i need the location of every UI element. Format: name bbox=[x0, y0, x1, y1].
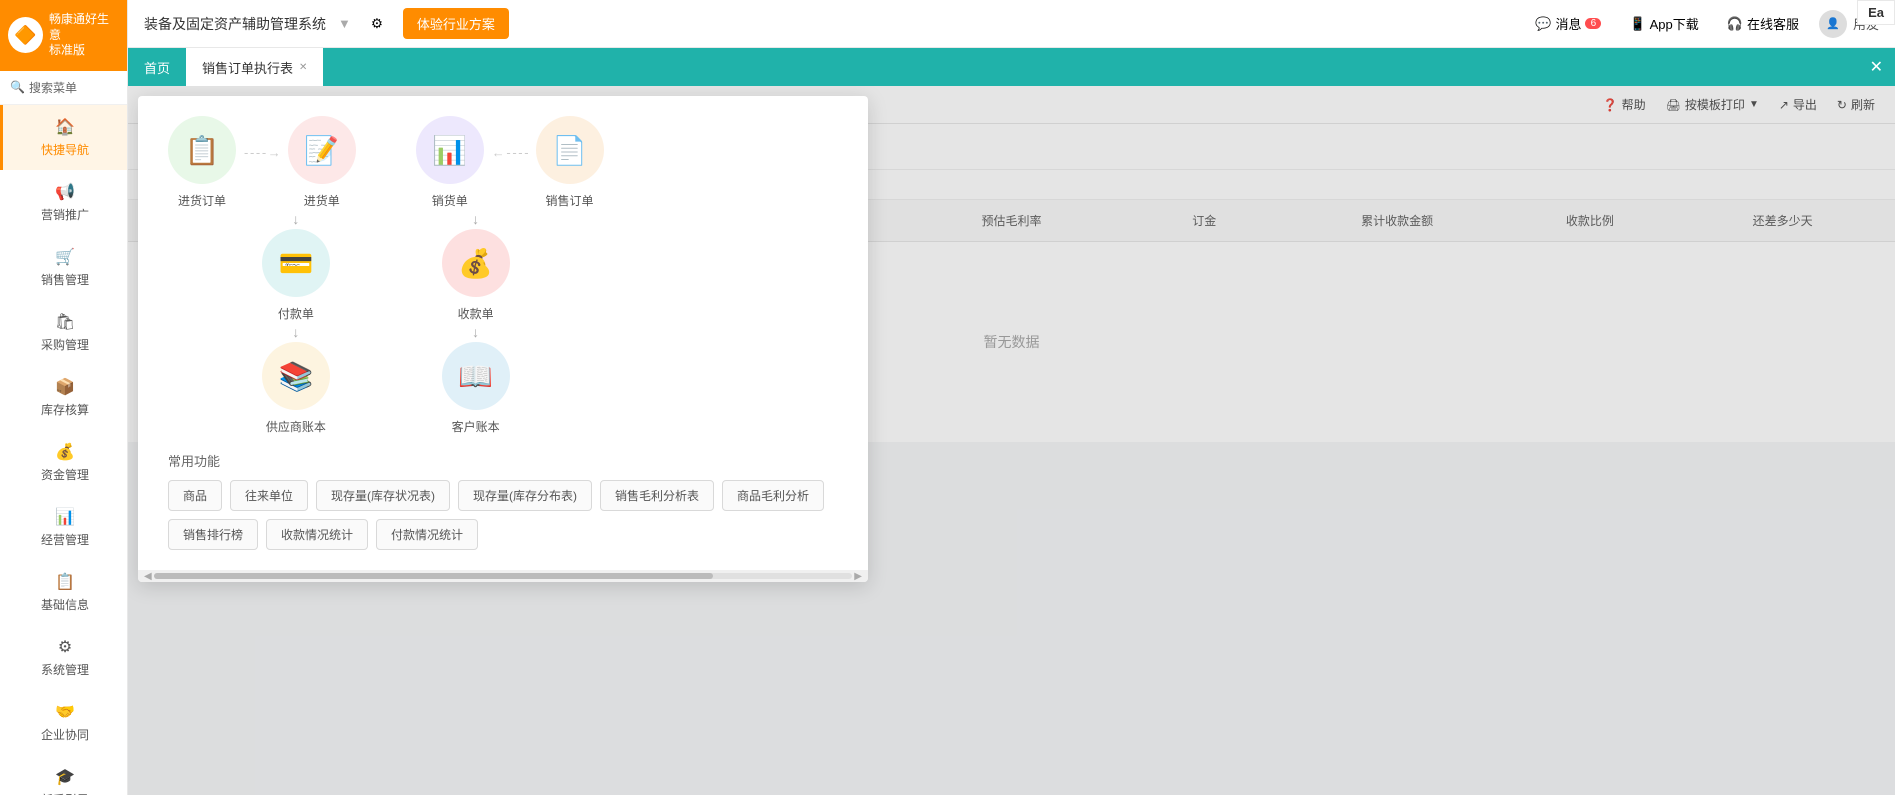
tabbar-close-button[interactable]: ✕ bbox=[1870, 57, 1883, 77]
settings-button[interactable]: ⚙ bbox=[363, 12, 391, 36]
sidebar-item-system[interactable]: ⚙ 系统管理 bbox=[0, 625, 127, 690]
receipt-bill-icon: 💰 bbox=[442, 229, 510, 297]
arrow-down2: ↓ bbox=[472, 211, 479, 227]
settings-icon: ⚙ bbox=[371, 16, 383, 32]
cf-btn-0[interactable]: 商品 bbox=[168, 480, 222, 511]
sidebar-item-marketing[interactable]: 📢 营销推广 bbox=[0, 170, 127, 235]
purchase-order-icon: 📋 bbox=[168, 116, 236, 184]
tab-home[interactable]: 首页 bbox=[128, 48, 186, 86]
logo-symbol: 🔶 bbox=[14, 25, 36, 46]
avatar: 👤 bbox=[1819, 10, 1847, 38]
bag-icon: 🛍 bbox=[55, 312, 75, 332]
sidebar-item-finance[interactable]: 💰 资金管理 bbox=[0, 430, 127, 495]
service-icon: 🎧 bbox=[1727, 16, 1743, 32]
modal-overlay: 📋 进货订单 - - - - → 📝 bbox=[128, 86, 1895, 795]
supplier-ledger-icon: 📚 bbox=[262, 342, 330, 410]
logo-text: 畅康通好生意 标准版 bbox=[49, 12, 119, 59]
common-functions-buttons-row2: 销售排行榜 收款情况统计 付款情况统计 bbox=[168, 519, 838, 550]
scrollbar-thumb bbox=[154, 573, 713, 579]
logo-icon: 🔶 bbox=[8, 17, 43, 53]
sidebar-nav: 🏠 快捷导航 📢 营销推广 🛒 销售管理 🛍 采购管理 📦 库存核算 💰 bbox=[0, 105, 127, 795]
scroll-right-arrow[interactable]: ▶ bbox=[852, 571, 864, 582]
flow-receipt-bill[interactable]: 💰 收款单 bbox=[442, 229, 510, 322]
sidebar-logo[interactable]: 🔶 畅康通好生意 标准版 bbox=[0, 0, 127, 71]
customer-ledger-icon: 📖 bbox=[442, 342, 510, 410]
sales-bill-icon: 📊 bbox=[416, 116, 484, 184]
flow-payment-bill[interactable]: 💳 付款单 bbox=[262, 229, 330, 322]
purchase-bill-icon: 📝 bbox=[288, 116, 356, 184]
flow-sales-order[interactable]: 📄 销售订单 bbox=[536, 116, 604, 209]
payment-bill-icon: 💳 bbox=[262, 229, 330, 297]
tabbar: 首页 销售订单执行表 ✕ ✕ bbox=[128, 48, 1895, 86]
cf-btn-8[interactable]: 付款情况统计 bbox=[376, 519, 478, 550]
flow-purchase-order[interactable]: 📋 进货订单 bbox=[168, 116, 236, 209]
graduation-icon: 🎓 bbox=[55, 767, 75, 787]
sidebar-search[interactable]: 🔍 搜索菜单 bbox=[0, 71, 127, 105]
quick-nav-modal: 📋 进货订单 - - - - → 📝 bbox=[138, 96, 868, 582]
main-area: 装备及固定资产辅助管理系统 ▼ ⚙ 体验行业方案 💬 消息 6 📱 App下载 … bbox=[128, 0, 1895, 795]
arrow-down3: ↓ bbox=[292, 324, 299, 340]
message-icon: 💬 bbox=[1535, 16, 1551, 32]
sidebar-item-base-info[interactable]: 📋 基础信息 bbox=[0, 560, 127, 625]
arrow-down4: ↓ bbox=[472, 324, 479, 340]
handshake-icon: 🤝 bbox=[55, 702, 75, 722]
app-download-button[interactable]: 📱 App下载 bbox=[1621, 10, 1706, 37]
sales-order-icon: 📄 bbox=[536, 116, 604, 184]
download-icon: 📱 bbox=[1629, 16, 1645, 32]
tab-close-icon[interactable]: ✕ bbox=[299, 62, 307, 73]
flow-customer-ledger[interactable]: 📖 客户账本 bbox=[442, 342, 510, 435]
modal-content: 📋 进货订单 - - - - → 📝 bbox=[138, 96, 868, 570]
topbar: 装备及固定资产辅助管理系统 ▼ ⚙ 体验行业方案 💬 消息 6 📱 App下载 … bbox=[128, 0, 1895, 48]
sidebar-item-operations[interactable]: 📊 经营管理 bbox=[0, 495, 127, 560]
search-icon: 🔍 bbox=[10, 80, 25, 94]
box-icon: 📦 bbox=[55, 377, 75, 397]
content-area: ❓ 帮助 🖨 按模板打印 ▼ ↗ 导出 ↻ 刷新 bbox=[128, 86, 1895, 795]
cart-icon: 🛒 bbox=[55, 247, 75, 267]
common-functions: 常用功能 商品 往来单位 现存量(库存状况表) 现存量(库存分布表) 销售毛利分… bbox=[168, 451, 838, 550]
cf-btn-1[interactable]: 往来单位 bbox=[230, 480, 308, 511]
arrow-left-dashed1: ← - - - - bbox=[492, 145, 528, 180]
chart-icon: 📊 bbox=[55, 507, 75, 527]
sidebar-item-newbie[interactable]: 🎓 新手引导 bbox=[0, 755, 127, 795]
dropdown-icon[interactable]: ▼ bbox=[338, 16, 351, 31]
tab-sales-order-exec[interactable]: 销售订单执行表 ✕ bbox=[186, 48, 323, 86]
sidebar-item-quick-nav[interactable]: 🏠 快捷导航 bbox=[0, 105, 127, 170]
cf-btn-3[interactable]: 现存量(库存分布表) bbox=[458, 480, 592, 511]
gear-icon: ⚙ bbox=[58, 637, 72, 657]
message-button[interactable]: 💬 消息 6 bbox=[1527, 10, 1609, 37]
cf-btn-7[interactable]: 收款情况统计 bbox=[266, 519, 368, 550]
arrow-right-dashed1: - - - - → bbox=[244, 145, 280, 180]
sidebar: 🔶 畅康通好生意 标准版 🔍 搜索菜单 🏠 快捷导航 📢 营销推广 🛒 销售管理 bbox=[0, 0, 128, 795]
message-badge: 6 bbox=[1585, 18, 1601, 29]
trial-button[interactable]: 体验行业方案 bbox=[403, 8, 509, 39]
sidebar-item-inventory[interactable]: 📦 库存核算 bbox=[0, 365, 127, 430]
system-title: 装备及固定资产辅助管理系统 bbox=[144, 14, 326, 34]
common-functions-title: 常用功能 bbox=[168, 451, 838, 470]
top-right-label: Ea bbox=[1857, 0, 1895, 25]
money-icon: 💰 bbox=[55, 442, 75, 462]
sidebar-item-sales[interactable]: 🛒 销售管理 bbox=[0, 235, 127, 300]
flow-supplier-ledger[interactable]: 📚 供应商账本 bbox=[262, 342, 330, 435]
sidebar-item-purchase[interactable]: 🛍 采购管理 bbox=[0, 300, 127, 365]
cf-btn-2[interactable]: 现存量(库存状况表) bbox=[316, 480, 450, 511]
sidebar-item-enterprise[interactable]: 🤝 企业协同 bbox=[0, 690, 127, 755]
arrow-down1: ↓ bbox=[292, 211, 299, 227]
home-icon: 🏠 bbox=[55, 117, 75, 137]
cf-btn-6[interactable]: 销售排行榜 bbox=[168, 519, 258, 550]
cf-btn-4[interactable]: 销售毛利分析表 bbox=[600, 480, 714, 511]
cf-btn-5[interactable]: 商品毛利分析 bbox=[722, 480, 824, 511]
clipboard-icon: 📋 bbox=[55, 572, 75, 592]
flow-purchase-bill[interactable]: 📝 进货单 bbox=[288, 116, 356, 209]
flow-sales-bill[interactable]: 📊 销货单 bbox=[416, 116, 484, 209]
megaphone-icon: 📢 bbox=[55, 182, 75, 202]
scroll-left-arrow[interactable]: ◀ bbox=[142, 571, 154, 582]
scrollbar-track[interactable] bbox=[154, 573, 853, 579]
modal-scrollbar: ◀ ▶ bbox=[138, 570, 868, 582]
online-service-button[interactable]: 🎧 在线客服 bbox=[1719, 10, 1807, 37]
common-functions-buttons: 商品 往来单位 现存量(库存状况表) 现存量(库存分布表) 销售毛利分析表 商品… bbox=[168, 480, 838, 511]
